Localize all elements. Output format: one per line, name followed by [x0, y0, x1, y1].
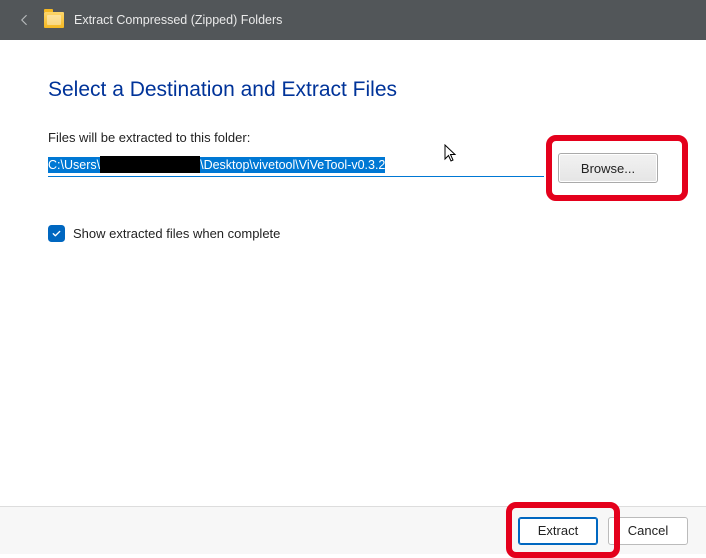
checkbox-icon — [48, 225, 65, 242]
destination-path-input[interactable]: C:\Users\ \Desktop\vivetool\ViVeTool-v0.3… — [48, 153, 544, 177]
path-suffix: \Desktop\vivetool\ViVeTool-v0.3.2 — [200, 157, 385, 173]
back-button[interactable] — [12, 8, 36, 32]
checkbox-label: Show extracted files when complete — [73, 226, 280, 241]
redacted-username — [100, 156, 200, 173]
dialog-footer: Extract Cancel — [0, 506, 706, 554]
page-heading: Select a Destination and Extract Files — [48, 78, 658, 102]
path-prefix: C:\Users\ — [48, 157, 100, 173]
show-extracted-checkbox[interactable]: Show extracted files when complete — [48, 225, 658, 242]
dialog-content: Select a Destination and Extract Files F… — [0, 40, 706, 506]
cancel-button[interactable]: Cancel — [608, 517, 688, 545]
destination-label: Files will be extracted to this folder: — [48, 130, 658, 145]
titlebar: Extract Compressed (Zipped) Folders — [0, 0, 706, 40]
browse-button[interactable]: Browse... — [558, 153, 658, 183]
window-title: Extract Compressed (Zipped) Folders — [74, 13, 282, 27]
extract-button[interactable]: Extract — [518, 517, 598, 545]
zipped-folder-icon — [44, 12, 64, 28]
